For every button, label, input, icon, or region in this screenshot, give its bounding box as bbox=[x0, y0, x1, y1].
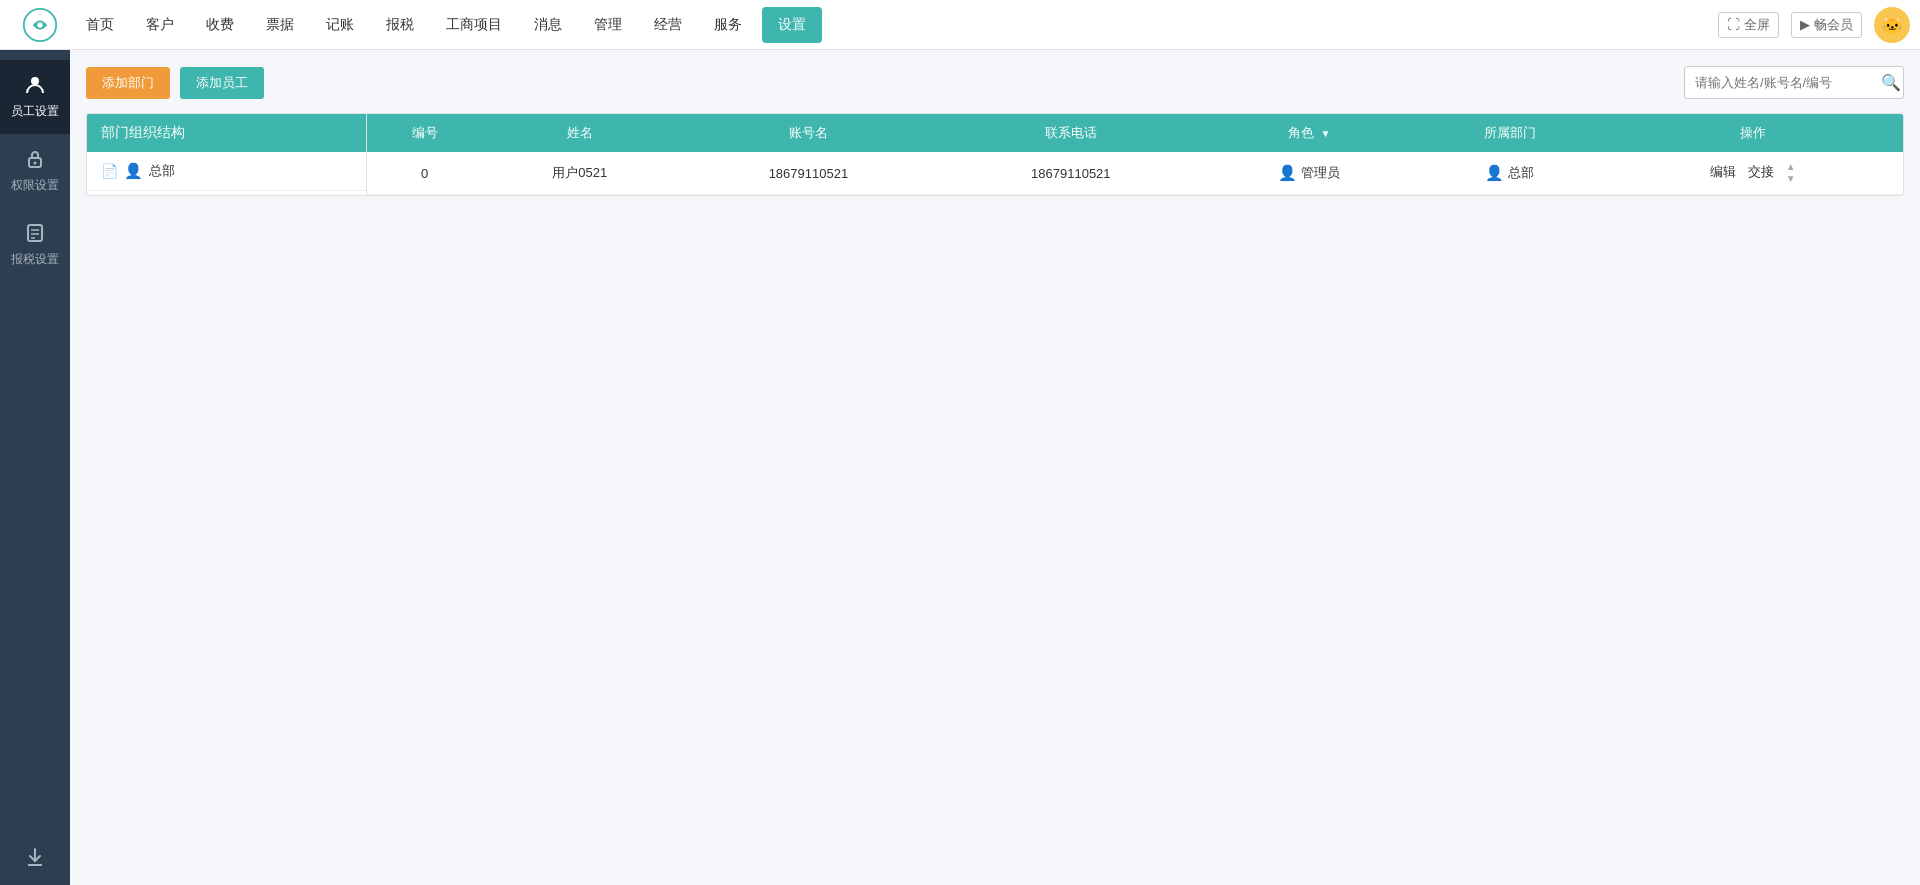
sidebar-label-employee: 员工设置 bbox=[11, 103, 59, 120]
col-role: 角色 ▼ bbox=[1202, 114, 1416, 152]
col-phone: 联系电话 bbox=[940, 114, 1202, 152]
search-button[interactable]: 🔍 bbox=[1873, 67, 1904, 98]
fullscreen-label: 全屏 bbox=[1744, 16, 1770, 34]
add-emp-button[interactable]: 添加员工 bbox=[180, 67, 264, 99]
scroll-arrows: ▲ ▼ bbox=[1782, 162, 1800, 184]
nav-business[interactable]: 工商项目 bbox=[430, 0, 518, 50]
sidebar-item-taxsettings[interactable]: 报税设置 bbox=[0, 208, 70, 282]
permission-icon bbox=[24, 148, 46, 173]
svg-point-1 bbox=[37, 22, 42, 27]
transfer-link[interactable]: 交接 bbox=[1748, 164, 1774, 179]
table-header-row: 编号 姓名 账号名 联系电话 角色 ▼ 所属部门 操作 bbox=[367, 114, 1903, 152]
sidebar-label-permission: 权限设置 bbox=[11, 177, 59, 194]
col-id: 编号 bbox=[367, 114, 482, 152]
add-dept-button[interactable]: 添加部门 bbox=[86, 67, 170, 99]
nav-home[interactable]: 首页 bbox=[70, 0, 130, 50]
sidebar-label-taxsettings: 报税设置 bbox=[11, 251, 59, 268]
nav-bookkeeping[interactable]: 记账 bbox=[310, 0, 370, 50]
top-nav-right: ⛶ 全屏 ▶ 畅会员 🐱 bbox=[1718, 7, 1910, 43]
table-row: 0 用户0521 18679110521 18679110521 👤 管理员 👤… bbox=[367, 152, 1903, 195]
dept-tree-header: 部门组织结构 bbox=[87, 114, 366, 152]
arrow-down[interactable]: ▼ bbox=[1786, 174, 1796, 184]
content-area: 添加部门 添加员工 🔍 部门组织结构 📄 👤 总部 bbox=[70, 50, 1920, 885]
nav-billing[interactable]: 收费 bbox=[190, 0, 250, 50]
cell-role: 👤 管理员 bbox=[1202, 152, 1416, 195]
svg-point-2 bbox=[31, 77, 39, 85]
member-button[interactable]: ▶ 畅会员 bbox=[1791, 12, 1862, 38]
dept-name-cell: 总部 bbox=[1508, 164, 1534, 182]
role-name: 管理员 bbox=[1301, 164, 1340, 182]
cell-name: 用户0521 bbox=[482, 152, 677, 195]
nav-service[interactable]: 服务 bbox=[698, 0, 758, 50]
fullscreen-button[interactable]: ⛶ 全屏 bbox=[1718, 12, 1779, 38]
search-box: 🔍 bbox=[1684, 66, 1904, 99]
arrow-up[interactable]: ▲ bbox=[1786, 162, 1796, 172]
nav-manage[interactable]: 管理 bbox=[578, 0, 638, 50]
taxsettings-icon bbox=[24, 222, 46, 247]
cell-account: 18679110521 bbox=[677, 152, 939, 195]
col-name: 姓名 bbox=[482, 114, 677, 152]
nav-tax[interactable]: 报税 bbox=[370, 0, 430, 50]
dept-name: 总部 bbox=[149, 162, 175, 180]
sidebar: 员工设置 权限设置 报税设置 bbox=[0, 50, 70, 885]
employee-icon bbox=[24, 74, 46, 99]
nav-customer[interactable]: 客户 bbox=[130, 0, 190, 50]
main-layout: 员工设置 权限设置 报税设置 bbox=[0, 50, 1920, 885]
cell-dept: 👤 总部 bbox=[1416, 152, 1603, 195]
search-input[interactable] bbox=[1685, 69, 1873, 96]
col-op: 操作 bbox=[1603, 114, 1903, 152]
member-label: 畅会员 bbox=[1814, 16, 1853, 34]
dept-tree: 部门组织结构 📄 👤 总部 bbox=[87, 114, 367, 195]
sidebar-item-permission[interactable]: 权限设置 bbox=[0, 134, 70, 208]
dept-tree-item[interactable]: 📄 👤 总部 bbox=[87, 152, 366, 191]
role-icon: 👤 bbox=[1278, 164, 1297, 182]
nav-message[interactable]: 消息 bbox=[518, 0, 578, 50]
cell-op: 编辑 交接 ▲ ▼ bbox=[1603, 152, 1903, 195]
sidebar-bottom bbox=[0, 832, 70, 885]
dept-icon: 👤 bbox=[1485, 164, 1504, 182]
top-navigation: 首页 客户 收费 票据 记账 报税 工商项目 消息 管理 经营 服务 设置 ⛶ … bbox=[0, 0, 1920, 50]
member-icon: ▶ bbox=[1800, 17, 1810, 32]
col-account: 账号名 bbox=[677, 114, 939, 152]
edit-link[interactable]: 编辑 bbox=[1710, 164, 1736, 179]
sidebar-item-employee[interactable]: 员工设置 bbox=[0, 60, 70, 134]
nav-operation[interactable]: 经营 bbox=[638, 0, 698, 50]
sidebar-download[interactable] bbox=[0, 832, 70, 885]
tree-user-icon: 👤 bbox=[124, 162, 143, 180]
tree-file-icon: 📄 bbox=[101, 163, 118, 179]
nav-settings[interactable]: 设置 bbox=[762, 7, 822, 43]
avatar[interactable]: 🐱 bbox=[1874, 7, 1910, 43]
toolbar: 添加部门 添加员工 🔍 bbox=[86, 66, 1904, 99]
fullscreen-icon: ⛶ bbox=[1727, 17, 1740, 32]
logo bbox=[10, 7, 70, 43]
search-icon: 🔍 bbox=[1881, 74, 1901, 91]
employee-table: 编号 姓名 账号名 联系电话 角色 ▼ 所属部门 操作 bbox=[367, 114, 1903, 195]
cell-phone: 18679110521 bbox=[940, 152, 1202, 195]
nav-menu: 首页 客户 收费 票据 记账 报税 工商项目 消息 管理 经营 服务 设置 bbox=[70, 0, 1718, 50]
col-dept: 所属部门 bbox=[1416, 114, 1603, 152]
table-container: 部门组织结构 📄 👤 总部 编号 姓名 账号名 联系电话 bbox=[86, 113, 1904, 196]
cell-id: 0 bbox=[367, 152, 482, 195]
download-icon bbox=[24, 846, 46, 871]
nav-invoice[interactable]: 票据 bbox=[250, 0, 310, 50]
role-filter-icon[interactable]: ▼ bbox=[1321, 128, 1331, 139]
svg-point-4 bbox=[34, 162, 37, 165]
